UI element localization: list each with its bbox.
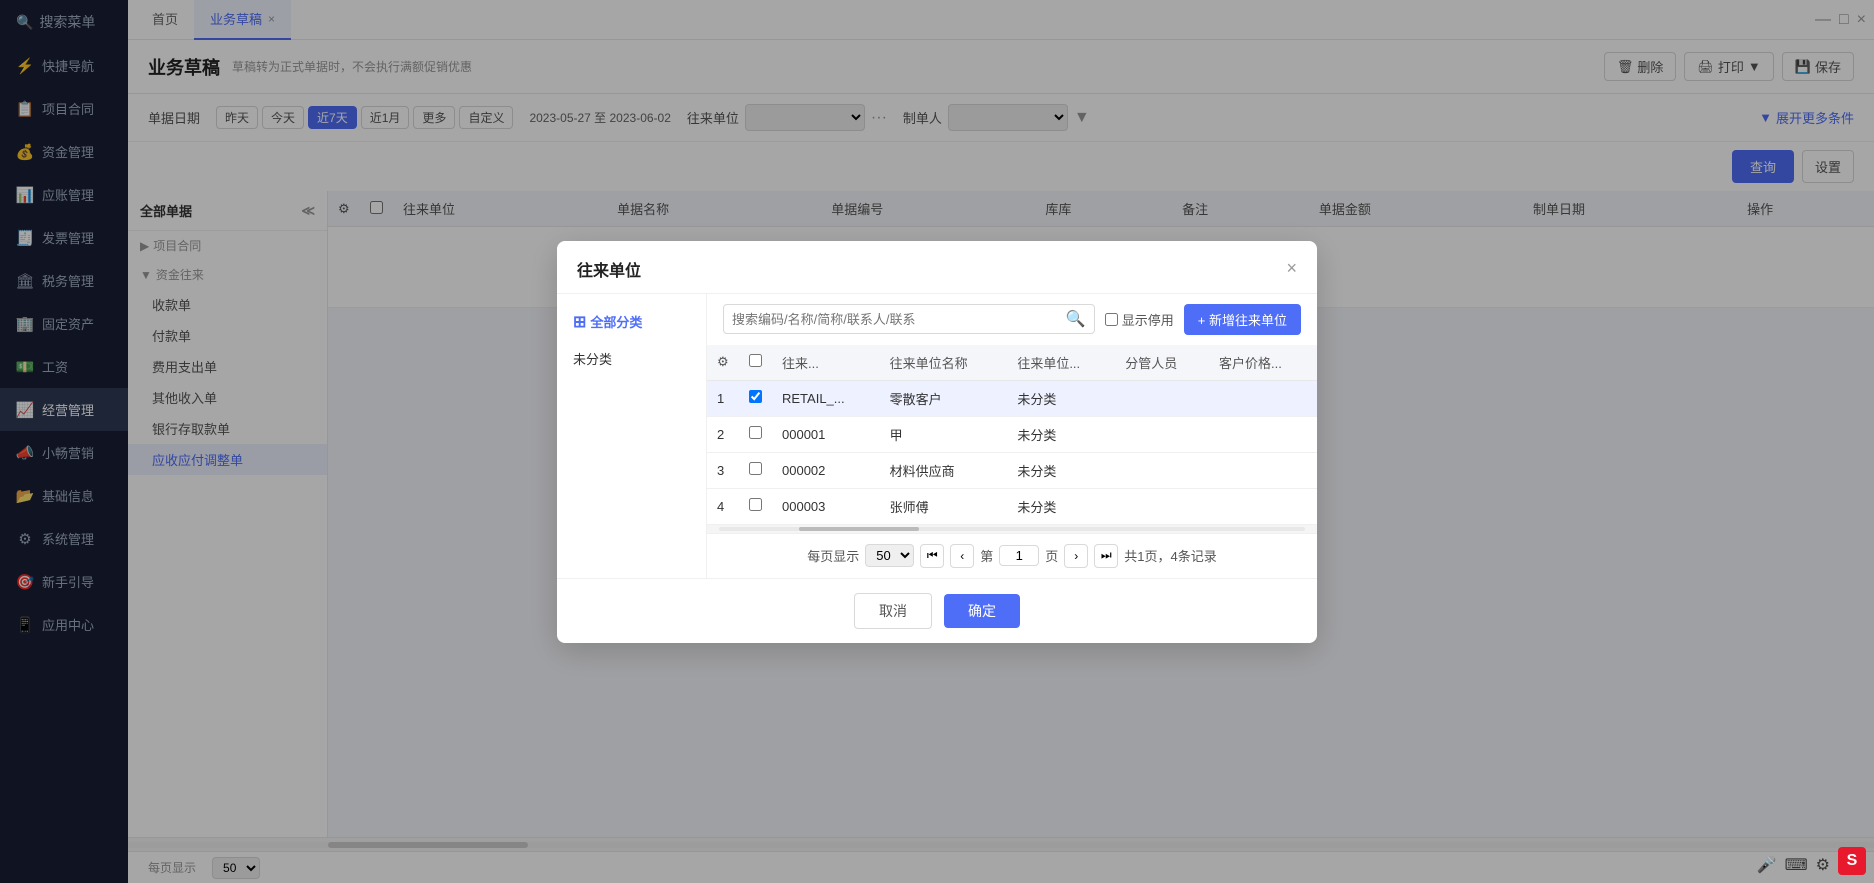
dialog-col-settings: ⚙ bbox=[707, 345, 739, 381]
dialog-col-category: 往来单位... bbox=[1007, 345, 1115, 381]
page-unit: 页 bbox=[1045, 546, 1058, 565]
corner-logo: S bbox=[1838, 847, 1866, 875]
next-page-button[interactable]: › bbox=[1064, 544, 1088, 568]
row-name: 零散客户 bbox=[880, 380, 1008, 416]
row-checkbox[interactable] bbox=[739, 416, 772, 452]
row-name: 甲 bbox=[880, 416, 1008, 452]
dialog-table-wrap: ⚙ 往来... 往来单位名称 往来单位... 分管人员 客户价格... bbox=[707, 345, 1317, 525]
row-name: 材料供应商 bbox=[880, 452, 1008, 488]
dialog-pagination: 每页显示 50 ⏮ ‹ 第 页 › ⏭ 共1页，4条记录 bbox=[707, 533, 1317, 578]
cancel-button[interactable]: 取消 bbox=[854, 593, 932, 629]
dialog-col-checkbox bbox=[739, 345, 772, 381]
show-disabled-checkbox[interactable] bbox=[1105, 313, 1118, 326]
dialog-scrollbar[interactable] bbox=[707, 525, 1317, 533]
row-code: 000003 bbox=[772, 488, 880, 524]
row-manager bbox=[1115, 380, 1209, 416]
per-page-select[interactable]: 50 bbox=[865, 544, 914, 567]
row-price-level bbox=[1209, 452, 1317, 488]
row-price-level bbox=[1209, 488, 1317, 524]
first-page-button[interactable]: ⏮ bbox=[920, 544, 944, 568]
settings-corner-icon[interactable]: ⚙ bbox=[1816, 855, 1830, 875]
confirm-button[interactable]: 确定 bbox=[944, 594, 1020, 628]
dialog-table-row[interactable]: 1 RETAIL_... 零散客户 未分类 bbox=[707, 380, 1317, 416]
row-code: 000002 bbox=[772, 452, 880, 488]
dialog-table: ⚙ 往来... 往来单位名称 往来单位... 分管人员 客户价格... bbox=[707, 345, 1317, 525]
dialog-left-panel: ⊞ 全部分类 未分类 bbox=[557, 294, 707, 578]
page-label: 第 bbox=[980, 546, 993, 565]
row-manager bbox=[1115, 416, 1209, 452]
partner-dialog: 往来单位 × ⊞ 全部分类 未分类 🔍 bbox=[557, 241, 1317, 643]
page-input[interactable] bbox=[999, 545, 1039, 566]
row-index: 3 bbox=[707, 452, 739, 488]
row-index: 2 bbox=[707, 416, 739, 452]
dialog-table-row[interactable]: 2 000001 甲 未分类 bbox=[707, 416, 1317, 452]
row-code: 000001 bbox=[772, 416, 880, 452]
last-page-button[interactable]: ⏭ bbox=[1094, 544, 1118, 568]
row-manager bbox=[1115, 488, 1209, 524]
dialog-search-box[interactable]: 🔍 bbox=[723, 304, 1095, 334]
keyboard-icon[interactable]: ⌨ bbox=[1785, 855, 1808, 875]
dialog-scrollbar-track bbox=[719, 527, 1305, 531]
dialog-header: 往来单位 × bbox=[557, 241, 1317, 294]
dialog-table-row[interactable]: 4 000003 张师傅 未分类 bbox=[707, 488, 1317, 524]
row-manager bbox=[1115, 452, 1209, 488]
row-checkbox[interactable] bbox=[739, 380, 772, 416]
row-category: 未分类 bbox=[1007, 488, 1115, 524]
dialog-col-price: 客户价格... bbox=[1209, 345, 1317, 381]
prev-page-button[interactable]: ‹ bbox=[950, 544, 974, 568]
dialog-select-all[interactable] bbox=[749, 354, 762, 367]
row-index: 4 bbox=[707, 488, 739, 524]
total-info: 共1页，4条记录 bbox=[1124, 546, 1216, 565]
row-index: 1 bbox=[707, 380, 739, 416]
dialog-left-header: ⊞ 全部分类 bbox=[557, 306, 706, 342]
grid-icon: ⊞ bbox=[573, 312, 586, 332]
row-category: 未分类 bbox=[1007, 416, 1115, 452]
dialog-overlay[interactable]: 往来单位 × ⊞ 全部分类 未分类 🔍 bbox=[0, 0, 1874, 883]
dialog-right-panel: 🔍 显示停用 + 新增往来单位 ⚙ bbox=[707, 294, 1317, 578]
search-icon: 🔍 bbox=[1066, 309, 1086, 329]
dialog-close-button[interactable]: × bbox=[1286, 258, 1297, 279]
dialog-scrollbar-thumb bbox=[799, 527, 919, 531]
per-page-label: 每页显示 bbox=[807, 546, 859, 565]
row-checkbox[interactable] bbox=[739, 452, 772, 488]
dialog-table-row[interactable]: 3 000002 材料供应商 未分类 bbox=[707, 452, 1317, 488]
row-price-level bbox=[1209, 416, 1317, 452]
corner-icons: 🎤 ⌨ ⚙ bbox=[1757, 855, 1830, 875]
dialog-col-code: 往来... bbox=[772, 345, 880, 381]
row-checkbox[interactable] bbox=[739, 488, 772, 524]
row-name: 张师傅 bbox=[880, 488, 1008, 524]
dialog-toolbar: 🔍 显示停用 + 新增往来单位 bbox=[707, 294, 1317, 345]
add-partner-button[interactable]: + 新增往来单位 bbox=[1184, 304, 1301, 335]
mic-icon[interactable]: 🎤 bbox=[1757, 855, 1777, 875]
dialog-footer: 取消 确定 bbox=[557, 578, 1317, 643]
row-code: RETAIL_... bbox=[772, 380, 880, 416]
dialog-title: 往来单位 bbox=[577, 257, 641, 281]
dialog-search-input[interactable] bbox=[732, 312, 1066, 327]
dialog-body: ⊞ 全部分类 未分类 🔍 显示停用 + 新增往来单位 bbox=[557, 294, 1317, 578]
row-category: 未分类 bbox=[1007, 452, 1115, 488]
dialog-left-unclassified[interactable]: 未分类 bbox=[557, 342, 706, 375]
dialog-col-manager: 分管人员 bbox=[1115, 345, 1209, 381]
row-price-level bbox=[1209, 380, 1317, 416]
dialog-col-name: 往来单位名称 bbox=[880, 345, 1008, 381]
show-disabled-label[interactable]: 显示停用 bbox=[1105, 310, 1174, 329]
row-category: 未分类 bbox=[1007, 380, 1115, 416]
